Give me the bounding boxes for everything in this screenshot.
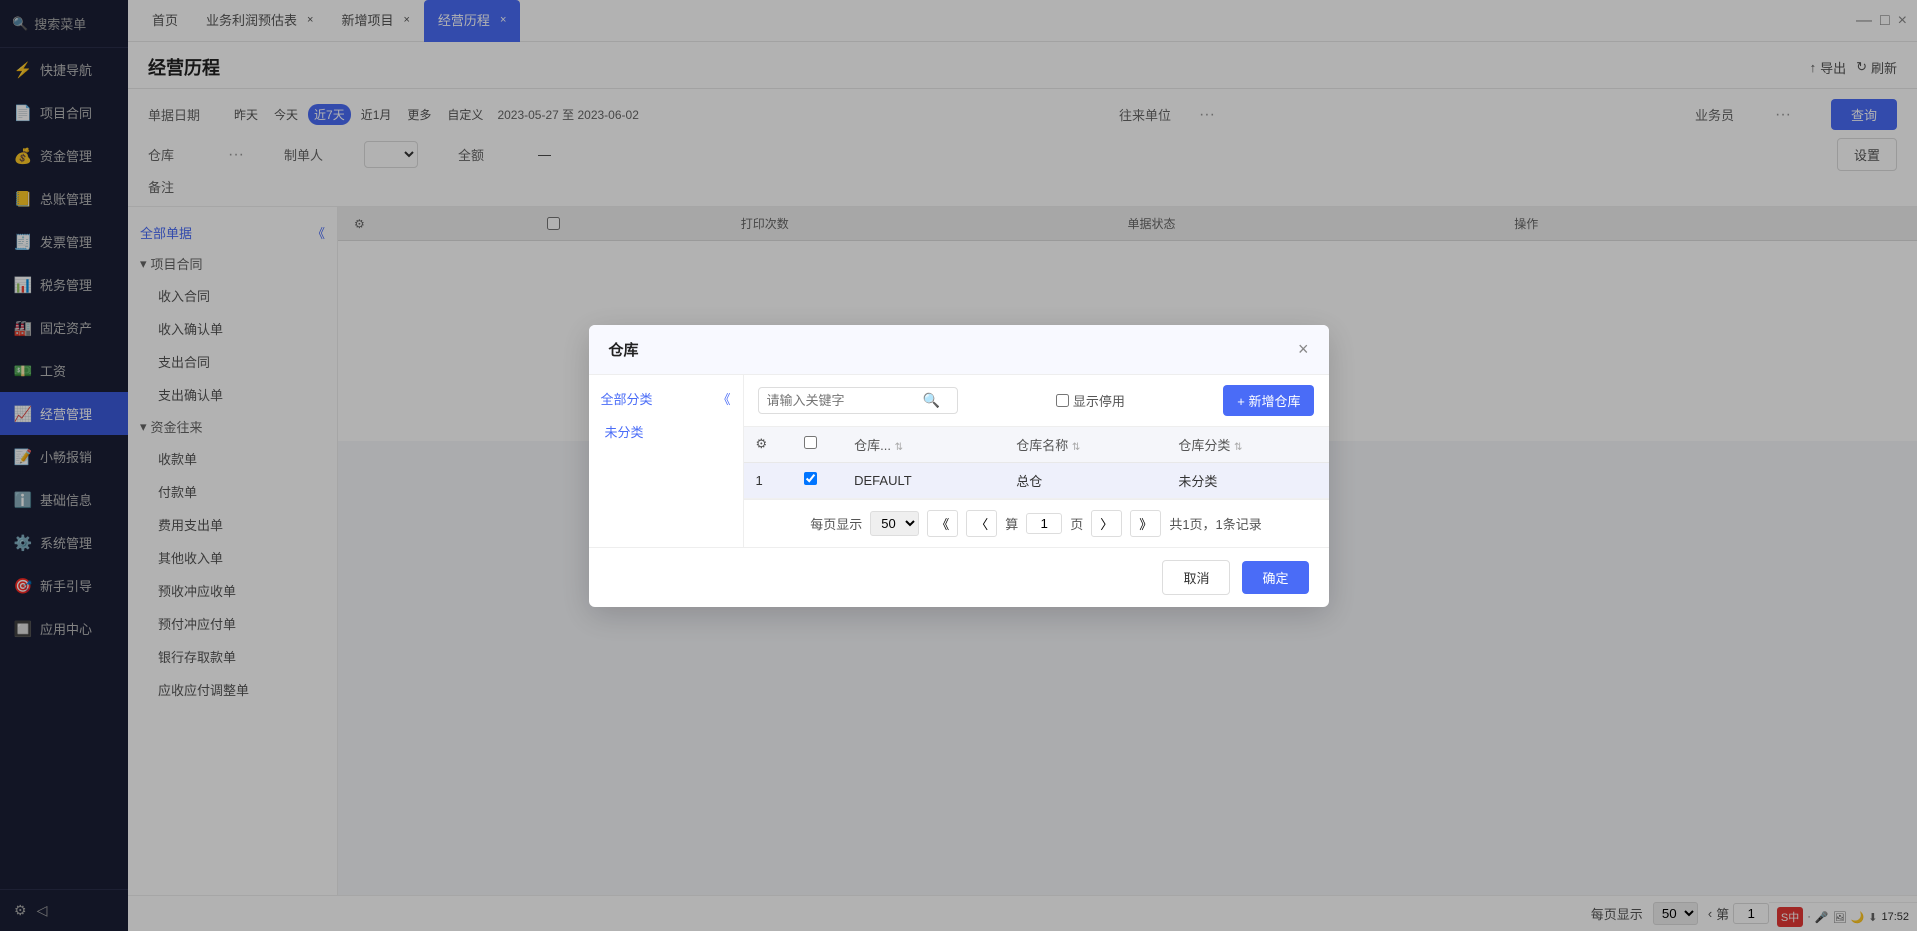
modal-search-box[interactable]: 🔍 — [758, 387, 958, 414]
modal-th-category-label: 仓库分类 — [1178, 438, 1230, 453]
modal-prev-page-btn[interactable]: 〈 — [966, 510, 997, 537]
modal-backdrop: 仓库 × 全部分类 《 未分类 🔍 — [0, 0, 1917, 931]
modal-last-page-btn[interactable]: 》 — [1130, 510, 1161, 537]
modal-body: 全部分类 《 未分类 🔍 显示停用 — [589, 375, 1329, 547]
modal-per-page-label: 每页显示 — [810, 514, 862, 533]
confirm-button[interactable]: 确定 — [1242, 561, 1308, 594]
modal-th-gear: ⚙ — [744, 427, 793, 463]
row-checkbox[interactable] — [804, 472, 817, 485]
modal-categories: 全部分类 《 未分类 — [589, 375, 744, 547]
modal-th-code: 仓库... ⇅ — [842, 427, 1004, 463]
modal-page-suffix: 页 — [1070, 514, 1083, 533]
table-row[interactable]: 1 DEFAULT 总仓 未分类 — [744, 462, 1329, 498]
show-disabled-checkbox[interactable] — [1056, 394, 1069, 407]
row-checkbox-cell[interactable] — [792, 462, 842, 498]
modal-th-category: 仓库分类 ⇅ — [1166, 427, 1328, 463]
modal-title: 仓库 — [609, 339, 639, 360]
row-name-cell: 总仓 — [1004, 462, 1166, 498]
modal-total-label: 共1页，1条记录 — [1169, 514, 1261, 533]
modal-th-name: 仓库名称 ⇅ — [1004, 427, 1166, 463]
modal-close-button[interactable]: × — [1298, 339, 1309, 360]
row-code-cell: DEFAULT — [842, 462, 1004, 498]
modal-page-label: 算 — [1005, 514, 1018, 533]
row-id-cell: 1 — [744, 462, 793, 498]
modal-table: ⚙ 仓库... ⇅ 仓库名称 — [744, 427, 1329, 499]
cancel-button[interactable]: 取消 — [1162, 560, 1230, 595]
modal-cats-collapse[interactable]: 《 — [717, 389, 730, 408]
show-disabled-toggle[interactable]: 显示停用 — [1056, 391, 1125, 410]
row-category-cell: 未分类 — [1166, 462, 1328, 498]
add-warehouse-button[interactable]: + 新增仓库 — [1223, 385, 1314, 416]
modal-th-checkbox — [792, 427, 842, 463]
modal-footer: 取消 确定 — [589, 547, 1329, 607]
modal-cat-label: 未分类 — [605, 425, 644, 440]
sort-icon-category[interactable]: ⇅ — [1234, 442, 1242, 453]
modal-cats-header: 全部分类 《 — [589, 383, 743, 414]
modal-header: 仓库 × — [589, 325, 1329, 375]
warehouse-modal: 仓库 × 全部分类 《 未分类 🔍 — [589, 325, 1329, 607]
modal-toolbar: 🔍 显示停用 + 新增仓库 — [744, 375, 1329, 427]
modal-per-page-select[interactable]: 50 — [870, 511, 919, 536]
modal-cat-uncategorized[interactable]: 未分类 — [589, 414, 743, 449]
show-disabled-label: 显示停用 — [1073, 391, 1125, 410]
modal-right: 🔍 显示停用 + 新增仓库 ⚙ — [744, 375, 1329, 547]
modal-page-input[interactable] — [1026, 513, 1062, 534]
modal-next-page-btn[interactable]: 〉 — [1091, 510, 1122, 537]
modal-pagination: 每页显示 50 《 〈 算 页 〉 》 共1页，1条记录 — [744, 499, 1329, 547]
modal-cats-title: 全部分类 — [601, 389, 653, 408]
modal-th-name-label: 仓库名称 — [1016, 438, 1068, 453]
modal-search-input[interactable] — [767, 393, 917, 408]
modal-first-page-btn[interactable]: 《 — [927, 510, 958, 537]
sort-icon-name[interactable]: ⇅ — [1072, 442, 1080, 453]
modal-search-icon: 🔍 — [923, 392, 940, 409]
modal-select-all[interactable] — [804, 436, 817, 449]
modal-gear-icon[interactable]: ⚙ — [756, 436, 768, 451]
modal-th-code-label: 仓库... — [854, 438, 891, 453]
sort-icon-code[interactable]: ⇅ — [895, 442, 903, 453]
